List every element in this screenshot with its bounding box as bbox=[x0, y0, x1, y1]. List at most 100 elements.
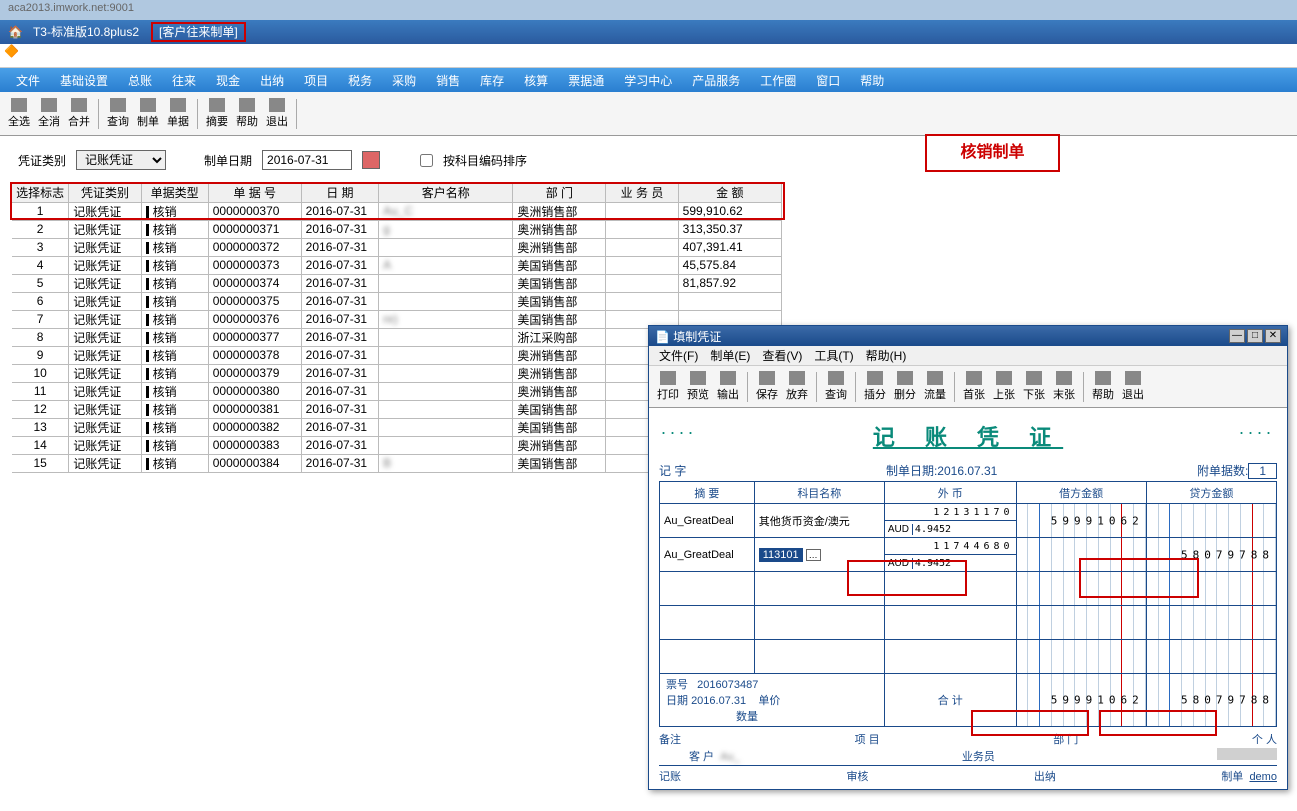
close-button[interactable]: ✕ bbox=[1265, 329, 1281, 343]
toolbar-btn-上张[interactable]: 上张 bbox=[989, 368, 1019, 406]
table-row[interactable]: 4记账凭证核销00000003732016-07-31A美国销售部45,575.… bbox=[12, 256, 782, 274]
minimize-button[interactable]: — bbox=[1229, 329, 1245, 343]
toolbar-btn-预览[interactable]: 预览 bbox=[683, 368, 713, 406]
退出-icon bbox=[269, 98, 285, 112]
col-header[interactable]: 日 期 bbox=[301, 184, 378, 202]
date-picker-icon[interactable] bbox=[362, 151, 380, 169]
查询-icon bbox=[828, 371, 844, 385]
toolbar-btn-全选[interactable]: 全选 bbox=[4, 95, 34, 133]
voucher-entry-table[interactable]: 摘 要科目名称外 币借方金额贷方金额 Au_GreatDeal其他货币资金/澳元… bbox=[659, 481, 1277, 727]
make-date-label2: 制单日期: bbox=[886, 464, 937, 478]
scrollbar-h[interactable] bbox=[1217, 748, 1277, 760]
voucher-menu: 文件(F)制单(E)查看(V)工具(T) 帮助(H) bbox=[649, 346, 1287, 366]
table-row[interactable]: 5记账凭证核销00000003742016-07-31美国销售部81,857.9… bbox=[12, 274, 782, 292]
col-header[interactable]: 凭证类别 bbox=[69, 184, 141, 202]
toolbar-btn-摘要[interactable]: 摘要 bbox=[202, 95, 232, 133]
menu-item[interactable]: 总账 bbox=[118, 72, 162, 89]
toolbar-btn-合并[interactable]: 合并 bbox=[64, 95, 94, 133]
voucher-type-select[interactable]: 记账凭证 bbox=[76, 150, 166, 170]
col-header[interactable]: 金 额 bbox=[678, 184, 781, 202]
menu-item[interactable]: 往来 bbox=[162, 72, 206, 89]
voucher-line[interactable]: Au_GreatDeal113101 …11744680AUD4.9452580… bbox=[660, 538, 1277, 572]
cust-value: Au_ bbox=[720, 751, 740, 763]
attach-count-value[interactable]: 1 bbox=[1248, 463, 1277, 479]
toolbar-btn-帮助[interactable]: 帮助 bbox=[232, 95, 262, 133]
toolbar-btn-查询[interactable]: 查询 bbox=[821, 368, 851, 406]
voucher-line[interactable]: Au_GreatDeal其他货币资金/澳元12131170AUD4.945259… bbox=[660, 504, 1277, 538]
menu-item[interactable]: 文件 bbox=[6, 72, 50, 89]
table-row[interactable]: 2记账凭证核销00000003712016-07-31g奥洲销售部313,350… bbox=[12, 220, 782, 238]
删分-icon bbox=[897, 371, 913, 385]
main-menu: 文件基础设置总账往来现金出纳项目税务采购销售库存核算票据通学习中心产品服务工作圈… bbox=[0, 68, 1297, 92]
menu-item[interactable]: 出纳 bbox=[250, 72, 294, 89]
toolbar-btn-放弃[interactable]: 放弃 bbox=[782, 368, 812, 406]
menu-item[interactable]: 工作圈 bbox=[750, 72, 806, 89]
sales-label: 业务员 bbox=[962, 751, 995, 763]
menu-item[interactable]: 核算 bbox=[514, 72, 558, 89]
table-row[interactable]: 3记账凭证核销00000003722016-07-31奥洲销售部407,391.… bbox=[12, 238, 782, 256]
bill-no: 2016073487 bbox=[697, 679, 758, 691]
toolbar-btn-打印[interactable]: 打印 bbox=[653, 368, 683, 406]
col-header[interactable]: 单据类型 bbox=[141, 184, 208, 202]
col-header[interactable]: 单 据 号 bbox=[208, 184, 301, 202]
全消-icon bbox=[41, 98, 57, 112]
toolbar-btn-保存[interactable]: 保存 bbox=[752, 368, 782, 406]
menu-item[interactable]: 采购 bbox=[382, 72, 426, 89]
vmenu-item[interactable]: 查看(V) bbox=[758, 347, 806, 364]
maximize-button[interactable]: □ bbox=[1247, 329, 1263, 343]
toolbar-btn-制单[interactable]: 制单 bbox=[133, 95, 163, 133]
vmenu-item[interactable]: 文件(F) bbox=[655, 347, 702, 364]
menu-item[interactable]: 窗口 bbox=[806, 72, 850, 89]
col-header[interactable]: 客户名称 bbox=[379, 184, 513, 202]
toolbar-btn-退出[interactable]: 退出 bbox=[1118, 368, 1148, 406]
toolbar-btn-下张[interactable]: 下张 bbox=[1019, 368, 1049, 406]
帮助-icon bbox=[1095, 371, 1111, 385]
menu-item[interactable]: 税务 bbox=[338, 72, 382, 89]
vmenu-item[interactable]: 工具(T) bbox=[810, 347, 857, 364]
vmenu-item[interactable]: 帮助(H) bbox=[862, 347, 911, 364]
menu-item[interactable]: 销售 bbox=[426, 72, 470, 89]
menu-item[interactable]: 现金 bbox=[206, 72, 250, 89]
remark-label: 备注 bbox=[659, 734, 681, 746]
toolbar-btn-插分[interactable]: 插分 bbox=[860, 368, 890, 406]
maker-label: 制单 bbox=[1221, 771, 1243, 783]
上张-icon bbox=[996, 371, 1012, 385]
toolbar-btn-单据[interactable]: 单据 bbox=[163, 95, 193, 133]
menu-item[interactable]: 帮助 bbox=[850, 72, 894, 89]
menu-item[interactable]: 产品服务 bbox=[682, 72, 750, 89]
person-label: 个 人 bbox=[1252, 734, 1277, 746]
menu-item[interactable]: 学习中心 bbox=[614, 72, 682, 89]
放弃-icon bbox=[789, 371, 805, 385]
col-header[interactable]: 部 门 bbox=[513, 184, 606, 202]
menu-item[interactable]: 基础设置 bbox=[50, 72, 118, 89]
table-row[interactable]: 1记账凭证核销00000003702016-07-31Au_C奥洲销售部599,… bbox=[12, 202, 782, 220]
make-date-value: 2016.07.31 bbox=[937, 464, 997, 478]
vmenu-item[interactable]: 制单(E) bbox=[706, 347, 754, 364]
toolbar-btn-查询[interactable]: 查询 bbox=[103, 95, 133, 133]
qty-label: 数量 bbox=[736, 711, 758, 723]
annotation-label: 核销制单 bbox=[925, 134, 1060, 172]
col-header[interactable]: 选择标志 bbox=[12, 184, 69, 202]
toolbar-btn-输出[interactable]: 输出 bbox=[713, 368, 743, 406]
toolbar-btn-全消[interactable]: 全消 bbox=[34, 95, 64, 133]
make-date-label: 制单日期 bbox=[204, 152, 252, 169]
menu-item[interactable]: 票据通 bbox=[558, 72, 614, 89]
toolbar-btn-退出[interactable]: 退出 bbox=[262, 95, 292, 133]
sort-by-code-checkbox[interactable] bbox=[420, 154, 433, 167]
toolbar-btn-末张[interactable]: 末张 bbox=[1049, 368, 1079, 406]
bill-date: 2016.07.31 bbox=[691, 695, 746, 707]
toolbar-btn-删分[interactable]: 删分 bbox=[890, 368, 920, 406]
vcol-header: 借方金额 bbox=[1016, 482, 1146, 504]
vcol-header: 摘 要 bbox=[660, 482, 755, 504]
toolbar-btn-首张[interactable]: 首张 bbox=[959, 368, 989, 406]
menu-item[interactable]: 项目 bbox=[294, 72, 338, 89]
摘要-icon bbox=[209, 98, 225, 112]
table-row[interactable]: 6记账凭证核销00000003752016-07-31美国销售部 bbox=[12, 292, 782, 310]
voucher-dialog: 📄 填制凭证 — □ ✕ 文件(F)制单(E)查看(V)工具(T)帮助(H) 打… bbox=[648, 325, 1288, 790]
col-header[interactable]: 业 务 员 bbox=[606, 184, 678, 202]
filter-row: 凭证类别 记账凭证 制单日期 按科目编码排序 bbox=[0, 136, 1297, 184]
toolbar-btn-帮助[interactable]: 帮助 bbox=[1088, 368, 1118, 406]
toolbar-btn-流量[interactable]: 流量 bbox=[920, 368, 950, 406]
menu-item[interactable]: 库存 bbox=[470, 72, 514, 89]
make-date-input[interactable] bbox=[262, 150, 352, 170]
